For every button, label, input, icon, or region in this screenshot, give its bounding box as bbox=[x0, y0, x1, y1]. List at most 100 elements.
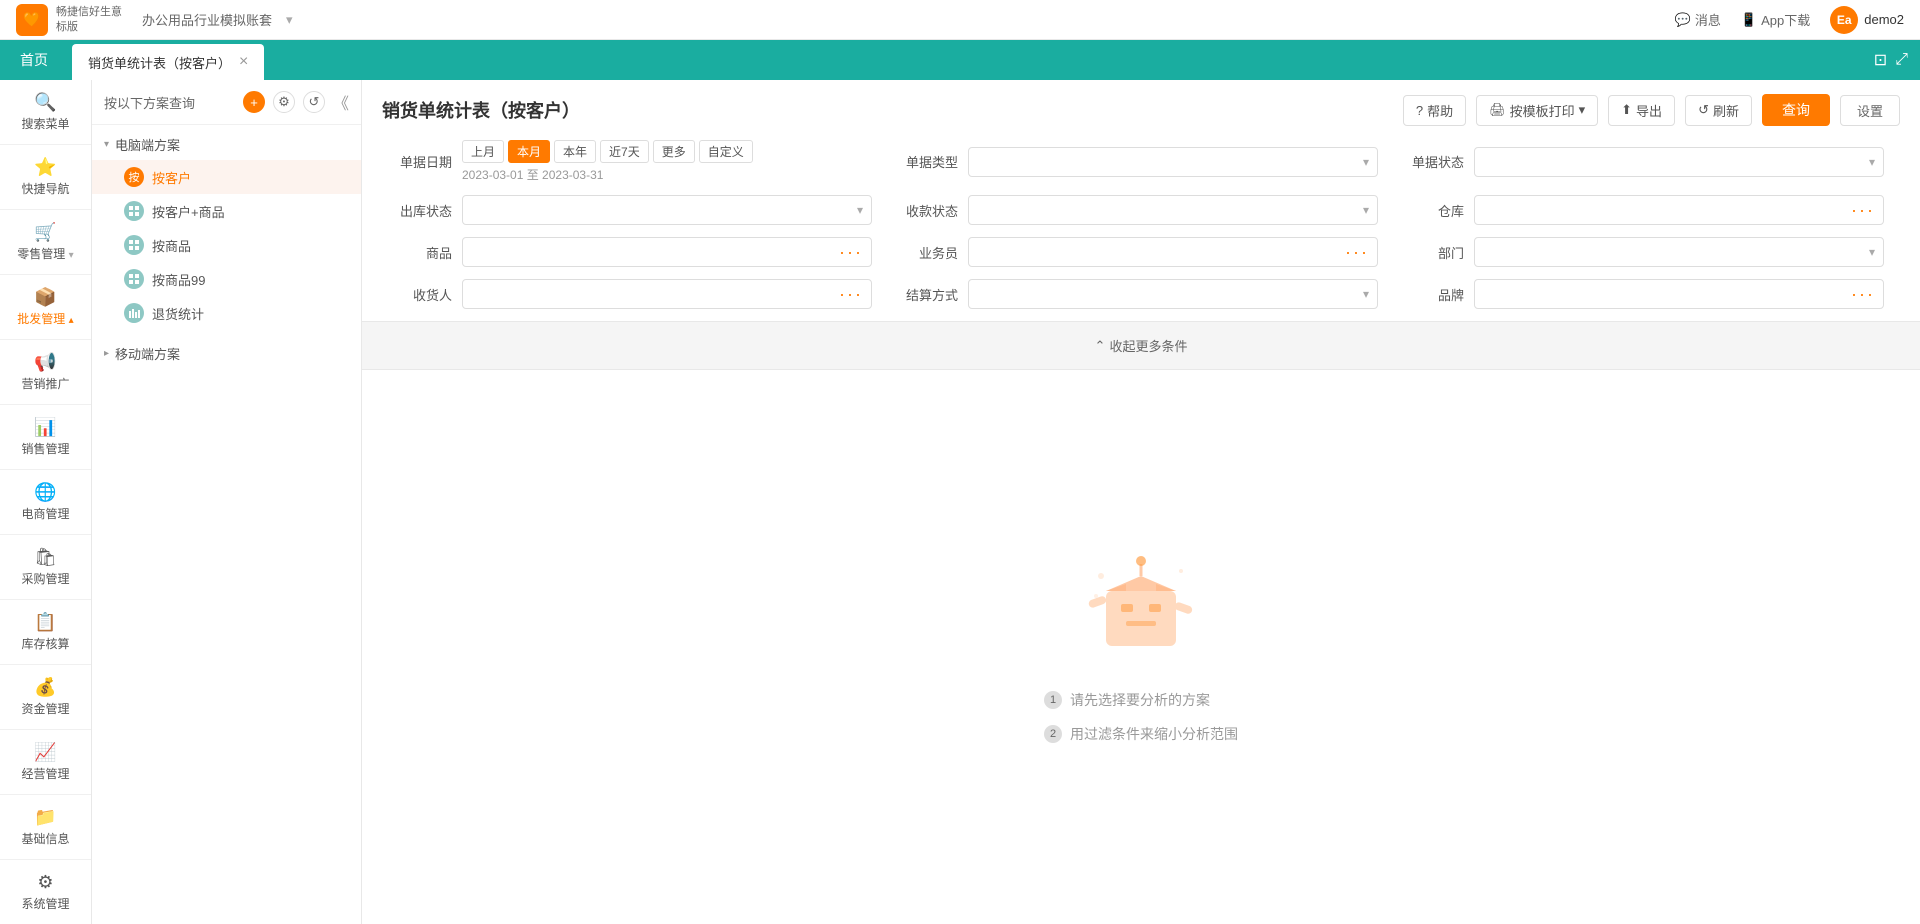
doc-status-label: 单据状态 bbox=[1394, 152, 1474, 171]
by-customer-icon: 按 bbox=[124, 167, 144, 187]
refresh-icon: ↺ bbox=[1698, 102, 1709, 118]
operation-icon: 📈 bbox=[8, 742, 83, 763]
avatar: Ea bbox=[1830, 6, 1858, 34]
sidebar-item-search[interactable]: 🔍 搜索菜单 bbox=[0, 80, 91, 145]
out-status-select[interactable]: ▾ bbox=[462, 195, 872, 225]
brand-select[interactable]: ··· bbox=[1474, 279, 1884, 309]
mobile-group-header[interactable]: ▸ 移动端方案 bbox=[92, 338, 361, 369]
sidebar-item-retail[interactable]: 🛒 零售管理 ▾ bbox=[0, 210, 91, 275]
date-btn-thismonth[interactable]: 本月 bbox=[508, 140, 550, 163]
collapse-panel-button[interactable]: 《 bbox=[333, 90, 349, 114]
sidebar-item-sales[interactable]: 📊 销售管理 bbox=[0, 405, 91, 470]
tab-bar-right: ⊡ ⤢ bbox=[1874, 50, 1920, 70]
scheme-goods99[interactable]: 按商品99 bbox=[92, 262, 361, 296]
help-button[interactable]: ? 帮助 bbox=[1403, 95, 1466, 126]
scheme-customer-goods[interactable]: 按客户+商品 bbox=[92, 194, 361, 228]
mobile-group-label: 移动端方案 bbox=[115, 344, 180, 363]
app-download-button[interactable]: 📱 App下载 bbox=[1741, 10, 1810, 29]
receipt-status-label: 收款状态 bbox=[888, 201, 968, 220]
salesman-dots-icon: ··· bbox=[1345, 243, 1369, 261]
refresh-button[interactable]: ↺ 刷新 bbox=[1685, 95, 1752, 126]
template-print-button[interactable]: 🖨 按模板打印 ▾ bbox=[1476, 95, 1598, 126]
settings-button[interactable]: 设置 bbox=[1840, 95, 1900, 126]
left-panel-header: 按以下方案查询 + ⚙ ↺ 《 bbox=[92, 80, 361, 125]
filter-warehouse: 仓库 ··· bbox=[1394, 195, 1900, 225]
receipt-status-select[interactable]: ▾ bbox=[968, 195, 1378, 225]
filter-date: 单据日期 上月 本月 本年 近7天 更多 自定义 2023-03-01 至 20… bbox=[382, 140, 888, 183]
salesman-select[interactable]: ··· bbox=[968, 237, 1378, 267]
sidebar-item-ecommerce[interactable]: 🌐 电商管理 bbox=[0, 470, 91, 535]
filter-row-1: 单据日期 上月 本月 本年 近7天 更多 自定义 2023-03-01 至 20… bbox=[382, 140, 1900, 183]
message-icon: 💬 bbox=[1675, 12, 1691, 28]
empty-state: 1 请先选择要分析的方案 2 用过滤条件来缩小分析范围 bbox=[362, 370, 1920, 924]
warehouse-select[interactable]: ··· bbox=[1474, 195, 1884, 225]
date-btn-thisyear[interactable]: 本年 bbox=[554, 140, 596, 163]
left-panel-actions: + ⚙ ↺ 《 bbox=[243, 90, 349, 114]
export-button[interactable]: ⬆ 导出 bbox=[1608, 95, 1675, 126]
sidebar-item-purchase[interactable]: 🛍 采购管理 bbox=[0, 535, 91, 600]
sidebar: 🔍 搜索菜单 ⭐ 快捷导航 🛒 零售管理 ▾ 📦 批发管理 ▴ 📢 营销推广 📊… bbox=[0, 80, 92, 924]
refresh-scheme-button[interactable]: ↺ bbox=[303, 91, 325, 113]
date-btn-7days[interactable]: 近7天 bbox=[600, 140, 649, 163]
sidebar-item-inventory[interactable]: 📋 库存核算 bbox=[0, 600, 91, 665]
breadcrumb-chevron-icon: ▾ bbox=[286, 12, 293, 28]
filter-salesman: 业务员 ··· bbox=[888, 237, 1394, 267]
sidebar-item-wholesale[interactable]: 📦 批发管理 ▴ bbox=[0, 275, 91, 340]
doc-type-select[interactable]: ▾ bbox=[968, 147, 1378, 177]
desktop-group-header[interactable]: ▾ 电脑端方案 bbox=[92, 129, 361, 160]
by-goods-icon bbox=[124, 235, 144, 255]
sidebar-item-quicknav[interactable]: ⭐ 快捷导航 bbox=[0, 145, 91, 210]
scheme-by-goods[interactable]: 按商品 bbox=[92, 228, 361, 262]
sales-icon: 📊 bbox=[8, 417, 83, 438]
left-panel: 按以下方案查询 + ⚙ ↺ 《 ▾ 电脑端方案 按 按客户 按客户+商品 bbox=[92, 80, 362, 924]
sidebar-item-system[interactable]: ⚙ 系统管理 bbox=[0, 860, 91, 924]
header-right: 💬 消息 📱 App下载 Ea demo2 bbox=[1675, 6, 1904, 34]
date-btn-lastmonth[interactable]: 上月 bbox=[462, 140, 504, 163]
tab-home[interactable]: 首页 bbox=[0, 40, 68, 80]
maximize-window-icon[interactable]: ⤢ bbox=[1895, 51, 1908, 69]
sidebar-item-finance[interactable]: 💰 资金管理 bbox=[0, 665, 91, 730]
date-btn-more[interactable]: 更多 bbox=[653, 140, 695, 163]
sidebar-item-basic[interactable]: 📁 基础信息 bbox=[0, 795, 91, 860]
settings-scheme-button[interactable]: ⚙ bbox=[273, 91, 295, 113]
collapse-more-button[interactable]: ⌃ 收起更多条件 bbox=[402, 328, 1880, 363]
toolbar-buttons: ? 帮助 🖨 按模板打印 ▾ ⬆ 导出 ↺ 刷新 bbox=[1403, 94, 1900, 126]
wholesale-arrow-icon: ▴ bbox=[69, 315, 74, 326]
inventory-icon: 📋 bbox=[8, 612, 83, 633]
filter-out-status: 出库状态 ▾ bbox=[382, 195, 888, 225]
tab-close-icon[interactable]: × bbox=[239, 53, 248, 71]
user-profile[interactable]: Ea demo2 bbox=[1830, 6, 1904, 34]
dept-arrow-icon: ▾ bbox=[1869, 245, 1875, 259]
receiver-dots-icon: ··· bbox=[839, 285, 863, 303]
filter-brand: 品牌 ··· bbox=[1394, 279, 1900, 309]
query-button[interactable]: 查询 bbox=[1762, 94, 1830, 126]
doc-status-select[interactable]: ▾ bbox=[1474, 147, 1884, 177]
dept-select[interactable]: ▾ bbox=[1474, 237, 1884, 267]
goods-select[interactable]: ··· bbox=[462, 237, 872, 267]
search-icon: 🔍 bbox=[8, 92, 83, 113]
empty-tips: 1 请先选择要分析的方案 2 用过滤条件来缩小分析范围 bbox=[1044, 686, 1238, 748]
restore-window-icon[interactable]: ⊡ bbox=[1874, 50, 1887, 70]
receiver-select[interactable]: ··· bbox=[462, 279, 872, 309]
receiver-label: 收货人 bbox=[382, 285, 462, 304]
filter-goods: 商品 ··· bbox=[382, 237, 888, 267]
filter-dept: 部门 ▾ bbox=[1394, 237, 1900, 267]
add-scheme-button[interactable]: + bbox=[243, 91, 265, 113]
message-button[interactable]: 💬 消息 bbox=[1675, 10, 1721, 29]
sidebar-item-marketing[interactable]: 📢 营销推广 bbox=[0, 340, 91, 405]
settlement-label: 结算方式 bbox=[888, 285, 968, 304]
date-range-text: 2023-03-01 至 2023-03-31 bbox=[462, 166, 872, 183]
left-panel-title: 按以下方案查询 bbox=[104, 93, 195, 112]
scheme-by-customer[interactable]: 按 按客户 bbox=[92, 160, 361, 194]
tab-active[interactable]: 销货单统计表（按客户） × bbox=[72, 44, 264, 80]
settlement-select[interactable]: ▾ bbox=[968, 279, 1378, 309]
filter-doc-type: 单据类型 ▾ bbox=[888, 140, 1394, 183]
salesman-label: 业务员 bbox=[888, 243, 968, 262]
scheme-return-stats[interactable]: 退货统计 bbox=[92, 296, 361, 330]
tip-num-2: 2 bbox=[1044, 725, 1062, 743]
sidebar-item-operation[interactable]: 📈 经营管理 bbox=[0, 730, 91, 795]
date-btn-custom[interactable]: 自定义 bbox=[699, 140, 753, 163]
top-header: 🧡 畅捷信好生意 标版 办公用品行业模拟账套 ▾ 💬 消息 📱 App下载 Ea… bbox=[0, 0, 1920, 40]
filter-settlement: 结算方式 ▾ bbox=[888, 279, 1394, 309]
brand-label: 品牌 bbox=[1394, 285, 1474, 304]
